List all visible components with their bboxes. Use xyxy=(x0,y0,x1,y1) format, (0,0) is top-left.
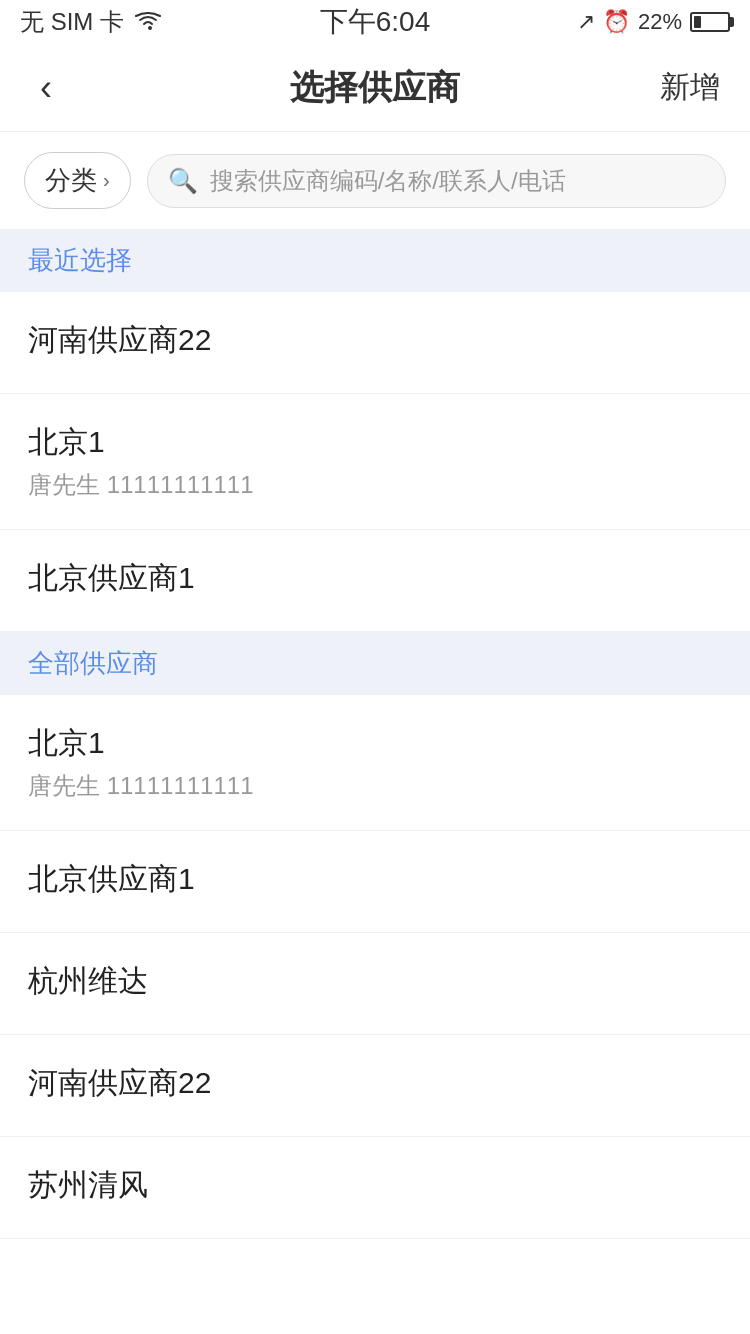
location-icon: ↗ xyxy=(577,9,595,35)
recent-section-header: 最近选择 xyxy=(0,229,750,292)
item-name: 苏州清风 xyxy=(28,1165,722,1206)
status-bar: 无 SIM 卡 下午6:04 ↗ ⏰ 22% xyxy=(0,0,750,44)
search-placeholder: 搜索供应商编码/名称/联系人/电话 xyxy=(210,165,566,197)
back-button[interactable]: ‹ xyxy=(30,57,62,119)
item-name: 北京1 xyxy=(28,723,722,764)
item-name: 杭州维达 xyxy=(28,961,722,1002)
nav-bar: ‹ 选择供应商 新增 xyxy=(0,44,750,132)
all-list-item[interactable]: 北京1 唐先生 11111111111 xyxy=(0,695,750,831)
item-name: 北京供应商1 xyxy=(28,859,722,900)
search-icon: 🔍 xyxy=(168,167,198,195)
item-name: 北京供应商1 xyxy=(28,558,722,599)
item-name: 河南供应商22 xyxy=(28,1063,722,1104)
battery-icon xyxy=(690,12,730,32)
all-list-item[interactable]: 河南供应商22 xyxy=(0,1035,750,1137)
item-name: 河南供应商22 xyxy=(28,320,722,361)
filter-bar: 分类 › 🔍 搜索供应商编码/名称/联系人/电话 xyxy=(0,132,750,229)
recent-list-item[interactable]: 北京供应商1 xyxy=(0,530,750,632)
category-label: 分类 xyxy=(45,163,97,198)
all-section-label: 全部供应商 xyxy=(28,648,158,678)
chevron-right-icon: › xyxy=(103,169,110,192)
recent-list-item[interactable]: 河南供应商22 xyxy=(0,292,750,394)
page-title: 选择供应商 xyxy=(290,65,460,111)
search-box[interactable]: 🔍 搜索供应商编码/名称/联系人/电话 xyxy=(147,154,726,208)
all-list-item[interactable]: 苏州清风 xyxy=(0,1137,750,1239)
battery-pct: 22% xyxy=(638,9,682,35)
new-supplier-button[interactable]: 新增 xyxy=(660,67,720,108)
status-time: 下午6:04 xyxy=(320,3,431,41)
status-right: ↗ ⏰ 22% xyxy=(577,9,730,35)
item-name: 北京1 xyxy=(28,422,722,463)
status-left: 无 SIM 卡 xyxy=(20,6,162,38)
item-contact: 唐先生 11111111111 xyxy=(28,469,722,501)
wifi-icon xyxy=(134,12,162,32)
alarm-icon: ⏰ xyxy=(603,9,630,35)
recent-section-label: 最近选择 xyxy=(28,245,132,275)
no-sim-label: 无 SIM 卡 xyxy=(20,6,124,38)
recent-items-list: 河南供应商22 北京1 唐先生 11111111111 北京供应商1 xyxy=(0,292,750,632)
category-filter-button[interactable]: 分类 › xyxy=(24,152,131,209)
all-items-list: 北京1 唐先生 11111111111 北京供应商1 杭州维达河南供应商22 苏州清风 xyxy=(0,695,750,1239)
all-section-header: 全部供应商 xyxy=(0,632,750,695)
recent-list-item[interactable]: 北京1 唐先生 11111111111 xyxy=(0,394,750,530)
all-list-item[interactable]: 北京供应商1 xyxy=(0,831,750,933)
all-list-item[interactable]: 杭州维达 xyxy=(0,933,750,1035)
item-contact: 唐先生 11111111111 xyxy=(28,770,722,802)
